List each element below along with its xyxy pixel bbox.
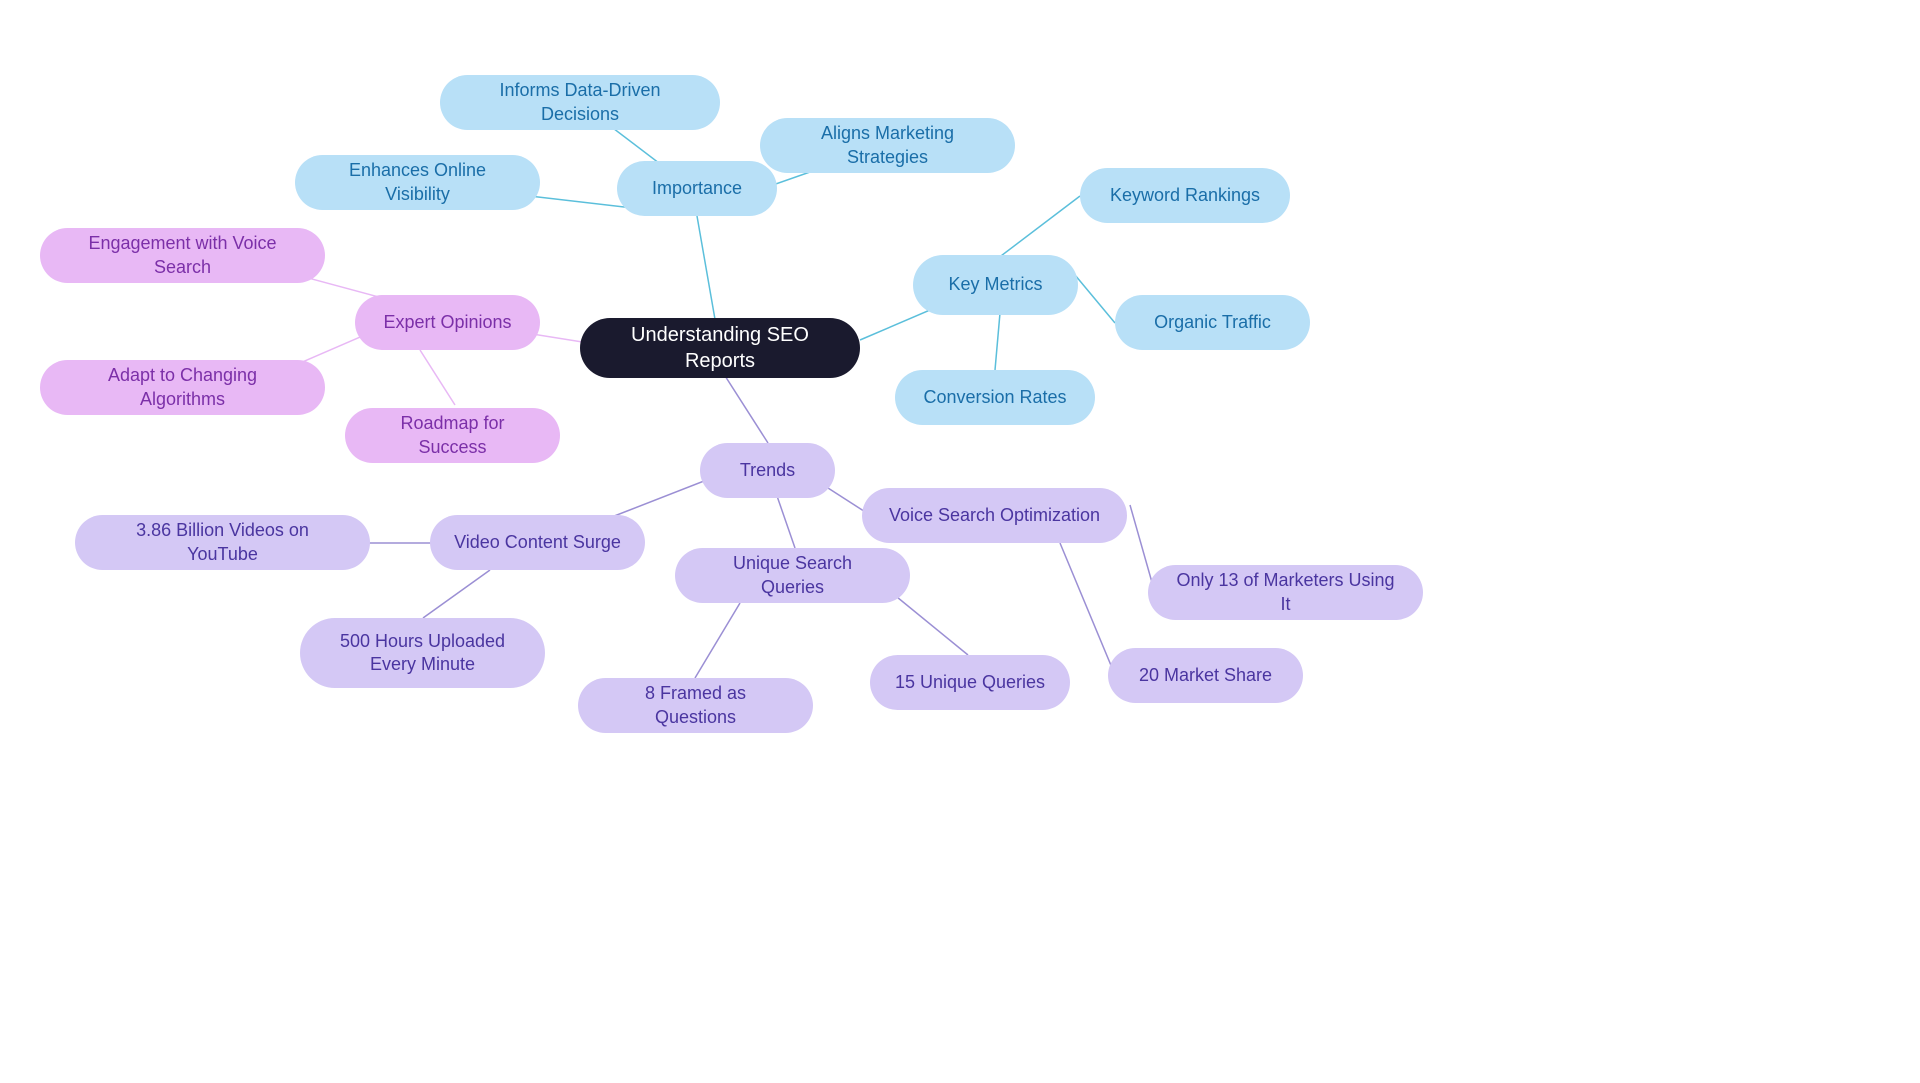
- framed-questions-node: 8 Framed as Questions: [578, 678, 813, 733]
- organic-traffic-node: Organic Traffic: [1115, 295, 1310, 350]
- expert-opinions-node: Expert Opinions: [355, 295, 540, 350]
- key-metrics-node: Key Metrics: [913, 255, 1078, 315]
- roadmap-node: Roadmap for Success: [345, 408, 560, 463]
- only13-node: Only 13 of Marketers Using It: [1148, 565, 1423, 620]
- trends-node: Trends: [700, 443, 835, 498]
- conversion-rates-node: Conversion Rates: [895, 370, 1095, 425]
- engagement-node: Engagement with Voice Search: [40, 228, 325, 283]
- keyword-rankings-node: Keyword Rankings: [1080, 168, 1290, 223]
- hours-uploaded-node: 500 Hours Uploaded Every Minute: [300, 618, 545, 688]
- aligns-node: Aligns Marketing Strategies: [760, 118, 1015, 173]
- center-node: Understanding SEO Reports: [580, 318, 860, 378]
- video-content-node: Video Content Surge: [430, 515, 645, 570]
- billion-videos-node: 3.86 Billion Videos on YouTube: [75, 515, 370, 570]
- enhances-node: Enhances Online Visibility: [295, 155, 540, 210]
- voice-search-node: Voice Search Optimization: [862, 488, 1127, 543]
- informs-node: Informs Data-Driven Decisions: [440, 75, 720, 130]
- market20-node: 20 Market Share: [1108, 648, 1303, 703]
- adapt-node: Adapt to Changing Algorithms: [40, 360, 325, 415]
- unique15-node: 15 Unique Queries: [870, 655, 1070, 710]
- importance-node: Importance: [617, 161, 777, 216]
- unique-queries-node: Unique Search Queries: [675, 548, 910, 603]
